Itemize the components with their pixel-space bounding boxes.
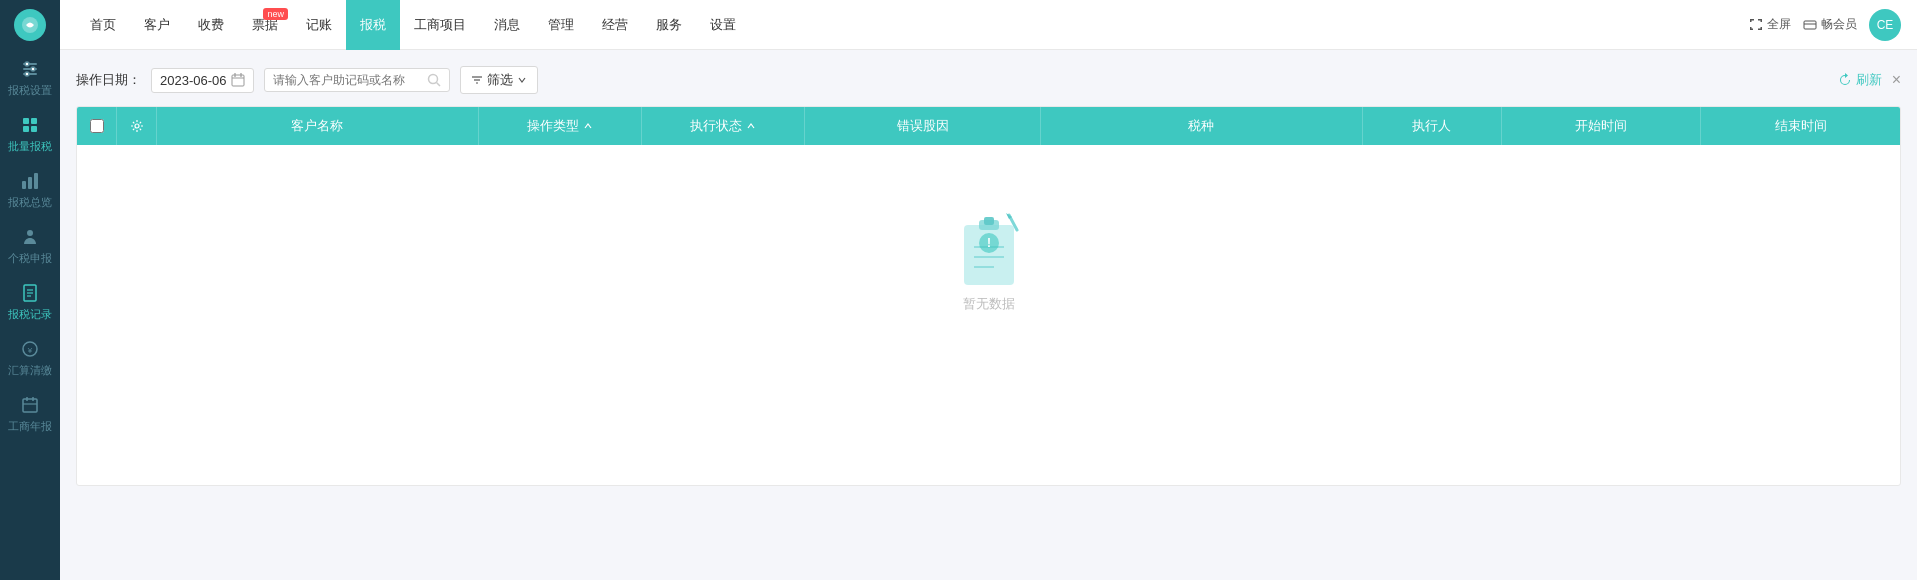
user-avatar[interactable]: CE [1869,9,1901,41]
svg-text:!: ! [987,236,991,250]
sidebar-item-geshui-shenbao[interactable]: 个税申报 [0,218,60,274]
table-header: 客户名称 操作类型 执行状态 错 [77,107,1900,145]
annual-icon [19,394,41,416]
sidebar-label-baoshui-shezhi: 报税设置 [8,83,52,98]
nav-item-shoufei[interactable]: 收费 [184,0,238,50]
svg-point-36 [135,124,139,128]
close-button[interactable]: × [1892,71,1901,89]
search-box[interactable] [264,68,450,92]
svg-rect-12 [28,177,32,189]
svg-rect-25 [1804,21,1816,29]
refresh-button[interactable]: 刷新 [1838,71,1882,89]
th-client-name: 客户名称 [157,107,479,145]
empty-illustration: ! [949,205,1029,295]
top-navigation: 首页 客户 收费 票据 new 记账 报税 工商项目 消息 管理 经营 [60,0,1917,50]
filter-icon [471,74,483,86]
svg-rect-10 [31,126,37,132]
table-body: ! 暂无数据 [77,145,1900,485]
nav-item-kehu[interactable]: 客户 [130,0,184,50]
th-error-reason: 错误股因 [805,107,1041,145]
chevron-down-icon [517,75,527,85]
th-executor: 执行人 [1363,107,1502,145]
search-input[interactable] [273,73,423,87]
search-icon [427,73,441,87]
filter-button[interactable]: 筛选 [460,66,538,94]
sidebar-item-baoshui-zonglam[interactable]: 报税总览 [0,162,60,218]
topnav-right-area: 全屏 畅会员 CE [1749,9,1901,41]
fullscreen-button[interactable]: 全屏 [1749,16,1791,33]
member-button[interactable]: 畅会员 [1803,16,1857,33]
date-picker[interactable]: 2023-06-06 [151,68,254,93]
nav-item-fuwu[interactable]: 服务 [642,0,696,50]
svg-rect-21 [23,399,37,412]
batch-icon [19,114,41,136]
svg-point-31 [428,75,437,84]
sort-icon-optype [583,121,593,131]
date-label: 操作日期： [76,71,141,89]
sidebar-logo [0,0,60,50]
content-area: 操作日期： 2023-06-06 [60,50,1917,580]
sidebar-item-huisuan-jiaona[interactable]: ¥ 汇算清缴 [0,330,60,386]
th-checkbox[interactable] [77,107,117,145]
svg-line-32 [436,83,440,87]
page-toolbar: 操作日期： 2023-06-06 [76,66,1901,94]
sidebar-item-gongshang-nianbao[interactable]: 工商年报 [0,386,60,442]
select-all-checkbox[interactable] [90,119,104,133]
svg-rect-7 [23,118,29,124]
svg-point-14 [27,230,33,236]
empty-state: ! 暂无数据 [77,145,1900,373]
data-table: 客户名称 操作类型 执行状态 错 [76,106,1901,486]
th-settings-icon [130,119,144,133]
nav-item-guanli[interactable]: 管理 [534,0,588,50]
nav-item-gongshang[interactable]: 工商项目 [400,0,480,50]
nav-item-baoshui[interactable]: 报税 [346,0,400,50]
calendar-icon [231,73,245,87]
th-end-time: 结束时间 [1701,107,1900,145]
nav-item-jizhang[interactable]: 记账 [292,0,346,50]
nav-item-xiaoxi[interactable]: 消息 [480,0,534,50]
nav-item-piaoju[interactable]: 票据 new [238,0,292,50]
th-tax-type: 税种 [1041,107,1363,145]
svg-point-4 [25,62,29,66]
th-exec-status[interactable]: 执行状态 [642,107,805,145]
refresh-icon [1838,73,1852,87]
sidebar-label-geshui-shenbao: 个税申报 [8,251,52,266]
th-settings[interactable] [117,107,157,145]
svg-rect-8 [31,118,37,124]
page-body: 操作日期： 2023-06-06 [60,50,1917,580]
toolbar-right: 刷新 × [1838,71,1901,89]
th-start-time: 开始时间 [1502,107,1702,145]
nav-item-shouye[interactable]: 首页 [76,0,130,50]
th-op-type[interactable]: 操作类型 [479,107,642,145]
sidebar-label-huisuan-jiaona: 汇算清缴 [8,363,52,378]
sort-icon-status [746,121,756,131]
piaoju-badge: new [263,8,288,20]
empty-text: 暂无数据 [963,295,1015,313]
record-icon [19,282,41,304]
sidebar-label-gongshang-nianbao: 工商年报 [8,419,52,434]
svg-rect-27 [232,75,244,86]
sidebar-item-baoshui-jilu[interactable]: 报税记录 [0,274,60,330]
svg-point-5 [31,67,35,71]
person-tax-icon [19,226,41,248]
main-sidebar: 报税设置 批量报税 报税总览 [0,0,60,580]
svg-text:¥: ¥ [27,346,33,355]
main-content: 首页 客户 收费 票据 new 记账 报税 工商项目 消息 管理 经营 [60,0,1917,580]
svg-rect-11 [22,181,26,189]
sidebar-label-baoshui-jilu: 报税记录 [8,307,52,322]
sidebar-item-baoshui-shezhi[interactable]: 报税设置 [0,50,60,106]
settlement-icon: ¥ [19,338,41,360]
nav-item-shezhi[interactable]: 设置 [696,0,750,50]
sidebar-item-piliang-baoshui[interactable]: 批量报税 [0,106,60,162]
overview-icon [19,170,41,192]
nav-item-jingying[interactable]: 经营 [588,0,642,50]
svg-rect-13 [34,173,38,189]
sidebar-label-piliang-baoshui: 批量报税 [8,139,52,154]
svg-rect-39 [984,217,994,225]
logo-icon [14,9,46,41]
settings-icon [19,58,41,80]
sidebar-label-baoshui-zonglam: 报税总览 [8,195,52,210]
svg-point-6 [25,72,29,76]
svg-rect-9 [23,126,29,132]
